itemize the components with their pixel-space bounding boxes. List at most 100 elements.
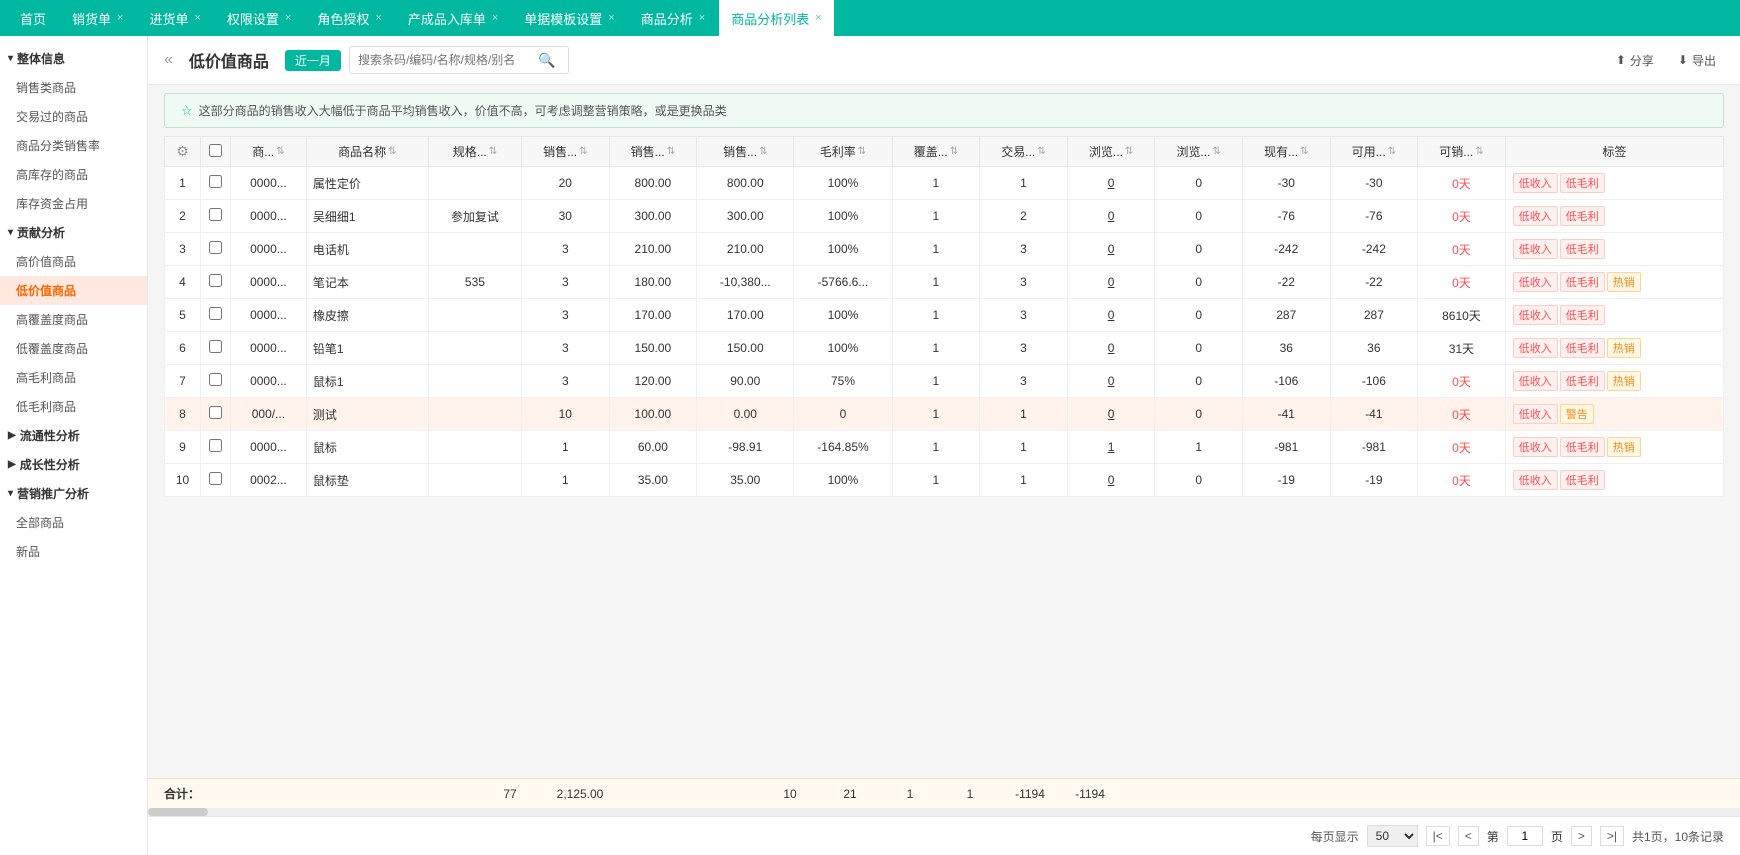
sort-code-icon[interactable]: ⇅: [276, 146, 284, 157]
column-views2[interactable]: 浏览...⇅: [1155, 137, 1243, 167]
cell-checkbox[interactable]: [201, 167, 231, 200]
column-checkbox[interactable]: [201, 137, 231, 167]
close-role-auth-icon[interactable]: ×: [375, 12, 381, 24]
row-checkbox[interactable]: [209, 373, 222, 386]
gear-icon[interactable]: ⚙: [176, 143, 189, 159]
views-link[interactable]: 0: [1108, 374, 1115, 388]
sort-spec-icon[interactable]: ⇅: [489, 146, 497, 157]
cell-checkbox[interactable]: [201, 464, 231, 497]
last-page-button[interactable]: >|: [1600, 826, 1624, 846]
sort-stock1-icon[interactable]: ⇅: [1300, 146, 1308, 157]
select-all-checkbox[interactable]: [209, 144, 222, 157]
views-link[interactable]: 0: [1108, 275, 1115, 289]
column-margin[interactable]: 毛利率⇅: [794, 137, 892, 167]
search-input[interactable]: [358, 53, 538, 67]
nav-product-inbound[interactable]: 产成品入库单 ×: [396, 0, 510, 36]
prev-page-button[interactable]: <: [1458, 826, 1479, 846]
sidebar-group-growth[interactable]: ▶成长性分析: [0, 450, 147, 479]
sidebar-item-all-products[interactable]: 全部商品: [0, 508, 147, 537]
sort-transactions-icon[interactable]: ⇅: [1037, 146, 1045, 157]
cell-checkbox[interactable]: [201, 398, 231, 431]
row-checkbox[interactable]: [209, 406, 222, 419]
sidebar-item-high-margin[interactable]: 高毛利商品: [0, 363, 147, 392]
sort-sales-amt-icon[interactable]: ⇅: [667, 146, 675, 157]
close-product-analysis-list-icon[interactable]: ×: [815, 12, 821, 24]
nav-role-auth[interactable]: 角色授权 ×: [305, 0, 393, 36]
column-sales-qty[interactable]: 销售...⇅: [521, 137, 609, 167]
search-icon[interactable]: 🔍: [538, 52, 555, 69]
sidebar-item-traded[interactable]: 交易过的商品: [0, 102, 147, 131]
sidebar-item-low-value[interactable]: 低价值商品: [0, 276, 147, 305]
sidebar-item-low-margin[interactable]: 低毛利商品: [0, 392, 147, 421]
sidebar-item-category-sales-rate[interactable]: 商品分类销售率: [0, 131, 147, 160]
sidebar-item-high-value[interactable]: 高价值商品: [0, 247, 147, 276]
horizontal-scrollbar[interactable]: [148, 808, 1740, 816]
filter-tag-month[interactable]: 近一月: [285, 50, 341, 71]
views-link[interactable]: 0: [1108, 341, 1115, 355]
cell-checkbox[interactable]: [201, 332, 231, 365]
column-stock2[interactable]: 可用...⇅: [1330, 137, 1418, 167]
nav-sales-order[interactable]: 销货单 ×: [60, 0, 135, 36]
column-coverage[interactable]: 覆盖...⇅: [892, 137, 980, 167]
row-checkbox[interactable]: [209, 175, 222, 188]
views-link[interactable]: 0: [1108, 242, 1115, 256]
cell-checkbox[interactable]: [201, 365, 231, 398]
row-checkbox[interactable]: [209, 274, 222, 287]
views-link[interactable]: 0: [1108, 308, 1115, 322]
sort-name-icon[interactable]: ⇅: [388, 146, 396, 157]
sidebar-item-low-coverage[interactable]: 低覆盖度商品: [0, 334, 147, 363]
nav-permission-settings[interactable]: 权限设置 ×: [215, 0, 303, 36]
sort-stock2-icon[interactable]: ⇅: [1388, 146, 1396, 157]
views-link[interactable]: 0: [1108, 209, 1115, 223]
sort-coverage-icon[interactable]: ⇅: [950, 146, 958, 157]
sort-sales-profit-icon[interactable]: ⇅: [759, 146, 767, 157]
sidebar-item-stock-capital[interactable]: 库存资金占用: [0, 189, 147, 218]
column-spec[interactable]: 规格...⇅: [428, 137, 521, 167]
column-sellable[interactable]: 可销...⇅: [1418, 137, 1506, 167]
column-transactions[interactable]: 交易...⇅: [980, 137, 1068, 167]
nav-home[interactable]: 首页: [8, 0, 58, 36]
views-link[interactable]: 0: [1108, 176, 1115, 190]
collapse-sidebar-button[interactable]: «: [164, 51, 173, 69]
cell-checkbox[interactable]: [201, 266, 231, 299]
row-checkbox[interactable]: [209, 307, 222, 320]
close-template-icon[interactable]: ×: [608, 12, 614, 24]
sort-sellable-icon[interactable]: ⇅: [1475, 146, 1483, 157]
column-sales-amt[interactable]: 销售...⇅: [609, 137, 697, 167]
column-stock1[interactable]: 现有...⇅: [1242, 137, 1330, 167]
column-settings[interactable]: ⚙: [165, 137, 201, 167]
sidebar-group-marketing[interactable]: ▾营销推广分析: [0, 479, 147, 508]
sort-sales-qty-icon[interactable]: ⇅: [579, 146, 587, 157]
cell-checkbox[interactable]: [201, 200, 231, 233]
row-checkbox[interactable]: [209, 340, 222, 353]
sort-views1-icon[interactable]: ⇅: [1125, 146, 1133, 157]
cell-checkbox[interactable]: [201, 299, 231, 332]
column-sales-profit[interactable]: 销售...⇅: [697, 137, 794, 167]
page-number-input[interactable]: [1507, 826, 1543, 846]
next-page-button[interactable]: >: [1571, 826, 1592, 846]
row-checkbox[interactable]: [209, 241, 222, 254]
cell-checkbox[interactable]: [201, 233, 231, 266]
close-purchase-order-icon[interactable]: ×: [194, 12, 200, 24]
sidebar-item-sales-category[interactable]: 销售类商品: [0, 73, 147, 102]
close-product-analysis-icon[interactable]: ×: [699, 12, 705, 24]
column-views1[interactable]: 浏览...⇅: [1067, 137, 1155, 167]
cell-checkbox[interactable]: [201, 431, 231, 464]
views-link[interactable]: 1: [1108, 440, 1115, 454]
sidebar-item-high-coverage[interactable]: 高覆盖度商品: [0, 305, 147, 334]
nav-template-settings[interactable]: 单据模板设置 ×: [512, 0, 626, 36]
sidebar-item-new-products[interactable]: 新品: [0, 537, 147, 566]
export-button[interactable]: ⬇ 导出: [1670, 48, 1724, 73]
page-size-select[interactable]: 50 100 200: [1367, 825, 1418, 847]
share-button[interactable]: ⬆ 分享: [1608, 48, 1662, 73]
close-permission-icon[interactable]: ×: [285, 12, 291, 24]
nav-product-analysis[interactable]: 商品分析 ×: [629, 0, 717, 36]
sidebar-group-circulation[interactable]: ▶流通性分析: [0, 421, 147, 450]
sort-margin-icon[interactable]: ⇅: [858, 146, 866, 157]
row-checkbox[interactable]: [209, 439, 222, 452]
nav-product-analysis-list[interactable]: 商品分析列表 ×: [719, 0, 833, 36]
views-link[interactable]: 0: [1108, 407, 1115, 421]
row-checkbox[interactable]: [209, 472, 222, 485]
sidebar-group-contribution[interactable]: ▾贡献分析: [0, 218, 147, 247]
sidebar-item-high-stock[interactable]: 高库存的商品: [0, 160, 147, 189]
